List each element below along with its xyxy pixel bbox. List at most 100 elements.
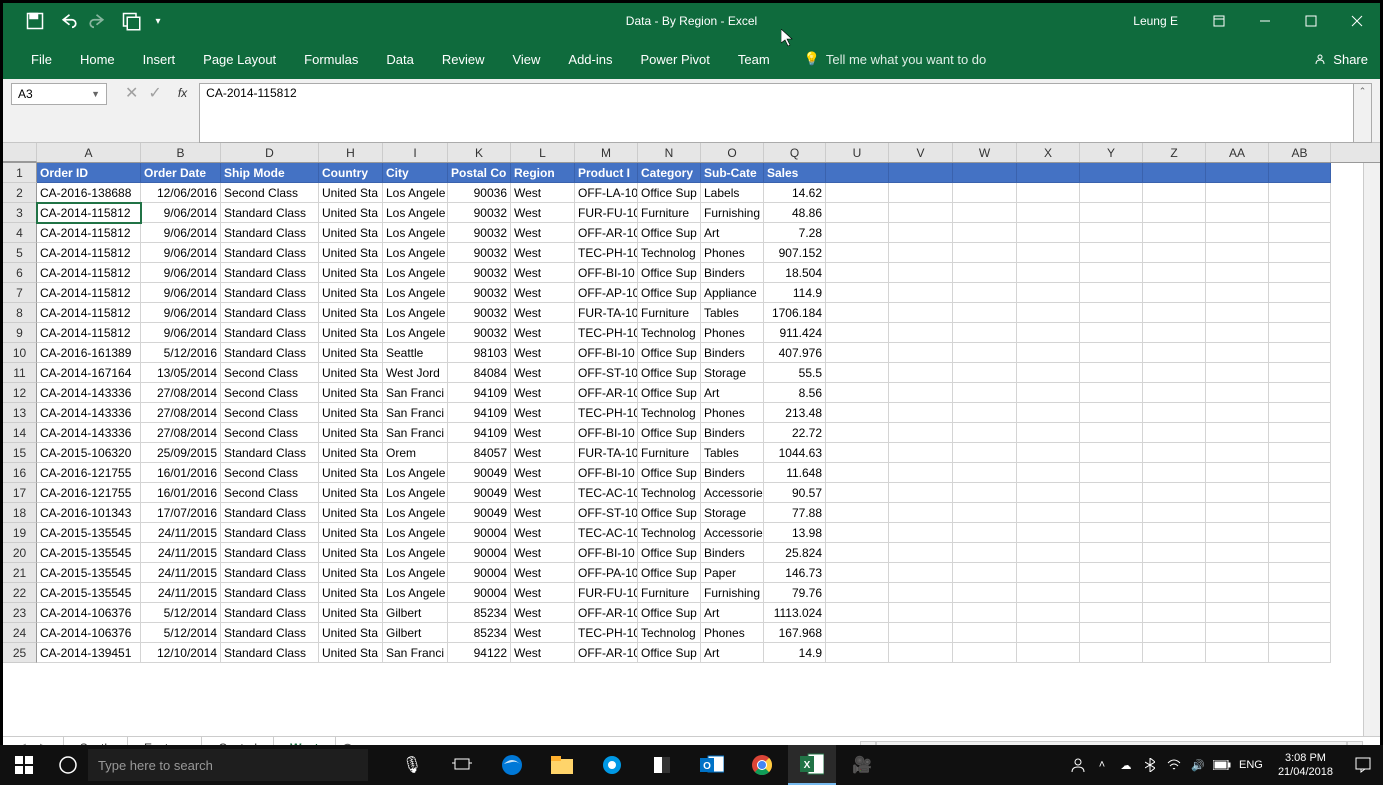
cell[interactable]: FUR-FU-10 [575, 203, 638, 223]
cell[interactable]: 16/01/2016 [141, 483, 221, 503]
cell[interactable]: CA-2014-115812 [37, 283, 141, 303]
row-header[interactable]: 19 [3, 523, 37, 543]
cell[interactable]: 79.76 [764, 583, 826, 603]
cell[interactable]: Gilbert [383, 623, 448, 643]
cell[interactable]: 9/06/2014 [141, 303, 221, 323]
cell[interactable] [1080, 523, 1143, 543]
cell[interactable]: Paper [701, 563, 764, 583]
cell[interactable]: Office Sup [638, 543, 701, 563]
header-cell[interactable]: Postal Co [448, 163, 511, 183]
cell[interactable] [889, 383, 953, 403]
cell[interactable]: San Franci [383, 423, 448, 443]
cell[interactable] [1269, 403, 1331, 423]
cell[interactable]: 94109 [448, 383, 511, 403]
cell[interactable]: Binders [701, 343, 764, 363]
cell[interactable]: 48.86 [764, 203, 826, 223]
cell[interactable] [1017, 623, 1080, 643]
cell[interactable]: Second Class [221, 423, 319, 443]
column-header[interactable]: W [953, 143, 1017, 162]
cell[interactable]: 12/06/2016 [141, 183, 221, 203]
cell[interactable]: Second Class [221, 403, 319, 423]
cell[interactable] [1017, 483, 1080, 503]
cell[interactable] [1269, 343, 1331, 363]
column-header[interactable]: Y [1080, 143, 1143, 162]
cell[interactable] [1143, 643, 1206, 663]
cell[interactable]: Office Sup [638, 263, 701, 283]
cell[interactable]: 24/11/2015 [141, 563, 221, 583]
cell[interactable] [1080, 583, 1143, 603]
cell[interactable]: Tables [701, 303, 764, 323]
cell[interactable] [1206, 543, 1269, 563]
cell[interactable]: Standard Class [221, 523, 319, 543]
header-cell[interactable]: Order Date [141, 163, 221, 183]
cell[interactable]: OFF-ST-10 [575, 363, 638, 383]
cell[interactable] [1143, 383, 1206, 403]
cell[interactable]: FUR-TA-10 [575, 303, 638, 323]
cell[interactable] [1143, 403, 1206, 423]
outlook-icon[interactable]: O [688, 745, 736, 785]
cell[interactable] [1206, 623, 1269, 643]
cell[interactable]: Art [701, 603, 764, 623]
cell[interactable] [889, 523, 953, 543]
cell[interactable]: San Franci [383, 383, 448, 403]
edge-icon[interactable] [488, 745, 536, 785]
cell[interactable]: 90004 [448, 583, 511, 603]
cell[interactable] [1017, 303, 1080, 323]
grid[interactable]: 1Order IDOrder DateShip ModeCountryCityP… [3, 163, 1380, 736]
cell[interactable] [1206, 583, 1269, 603]
cell[interactable] [826, 483, 889, 503]
header-cell[interactable] [1206, 163, 1269, 183]
customize-qat-icon[interactable]: ▾ [153, 11, 163, 31]
cell[interactable] [1143, 303, 1206, 323]
cell[interactable]: 16/01/2016 [141, 463, 221, 483]
cell[interactable]: CA-2014-115812 [37, 303, 141, 323]
cell[interactable]: United Sta [319, 263, 383, 283]
cell[interactable]: Los Angele [383, 543, 448, 563]
fx-icon[interactable]: fx [178, 86, 187, 100]
cell[interactable]: 25/09/2015 [141, 443, 221, 463]
column-header[interactable]: Q [764, 143, 826, 162]
cell[interactable]: Los Angele [383, 243, 448, 263]
cell[interactable]: Standard Class [221, 603, 319, 623]
cell[interactable] [1206, 223, 1269, 243]
battery-icon[interactable] [1210, 745, 1234, 785]
cell[interactable]: TEC-AC-10 [575, 483, 638, 503]
row-header[interactable]: 12 [3, 383, 37, 403]
cell[interactable]: 90004 [448, 523, 511, 543]
cell[interactable]: 18.504 [764, 263, 826, 283]
ribbon-tab-home[interactable]: Home [66, 39, 129, 79]
cell[interactable] [1017, 203, 1080, 223]
excel-icon[interactable]: X [788, 745, 836, 785]
cell[interactable] [1269, 303, 1331, 323]
cell[interactable]: West [511, 583, 575, 603]
cell[interactable]: Standard Class [221, 643, 319, 663]
cell[interactable] [826, 183, 889, 203]
cell[interactable]: 25.824 [764, 543, 826, 563]
cell[interactable]: Los Angele [383, 583, 448, 603]
cell[interactable] [1080, 423, 1143, 443]
cell[interactable]: 84057 [448, 443, 511, 463]
cell[interactable]: 167.968 [764, 623, 826, 643]
cell[interactable]: United Sta [319, 343, 383, 363]
cell[interactable] [1269, 203, 1331, 223]
cell[interactable]: United Sta [319, 423, 383, 443]
cell[interactable]: United Sta [319, 183, 383, 203]
cell[interactable] [1143, 583, 1206, 603]
row-header[interactable]: 4 [3, 223, 37, 243]
cell[interactable]: United Sta [319, 463, 383, 483]
cell[interactable] [889, 583, 953, 603]
column-header[interactable]: D [221, 143, 319, 162]
cell[interactable] [826, 223, 889, 243]
cell[interactable]: West [511, 563, 575, 583]
cell[interactable]: CA-2016-161389 [37, 343, 141, 363]
cell[interactable]: Office Sup [638, 643, 701, 663]
cell[interactable]: CA-2014-115812 [37, 223, 141, 243]
cell[interactable] [953, 283, 1017, 303]
cell[interactable]: 90032 [448, 283, 511, 303]
cell[interactable] [1206, 483, 1269, 503]
cell[interactable]: OFF-AR-10 [575, 603, 638, 623]
header-cell[interactable] [1269, 163, 1331, 183]
cell[interactable]: 9/06/2014 [141, 203, 221, 223]
cell[interactable]: West Jord [383, 363, 448, 383]
cell[interactable] [1269, 603, 1331, 623]
